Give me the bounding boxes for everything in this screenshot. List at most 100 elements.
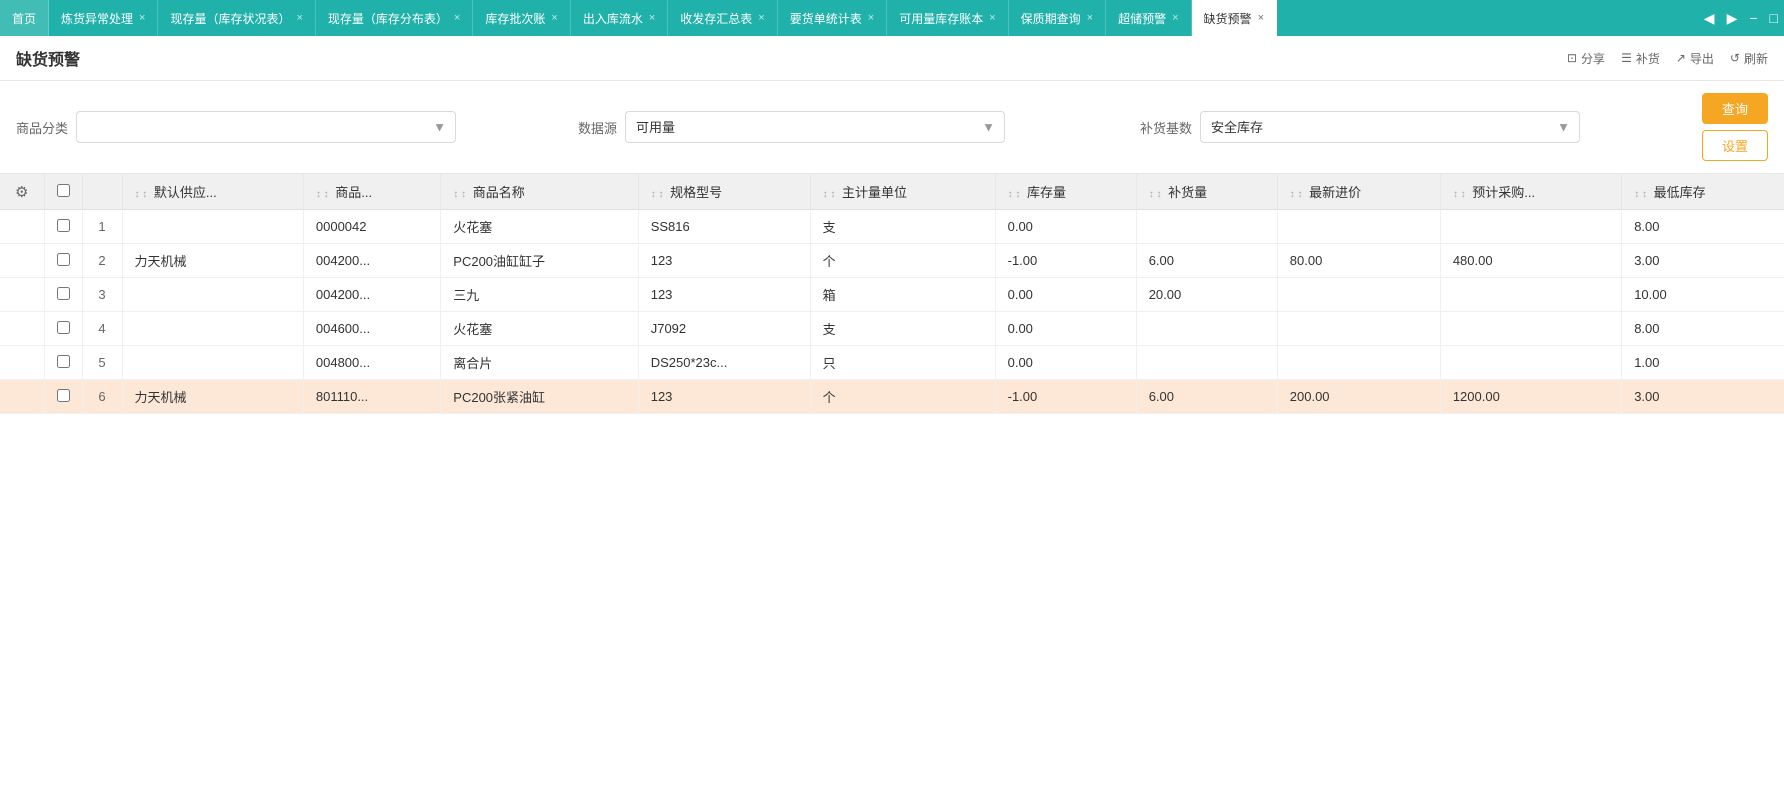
row-checkbox-cell[interactable] [44,210,82,244]
window-maximize-button[interactable]: □ [1764,0,1784,36]
refresh-button[interactable]: ↺ 刷新 [1730,50,1768,67]
table-header-row: ⚙ ↕ 默认供应... ↕ 商品... ↕ [0,174,1784,210]
refresh-icon: ↺ [1730,51,1740,65]
row-checkbox-cell[interactable] [44,312,82,346]
row-num: 1 [82,210,122,244]
row-product-name: PC200油缸缸子 [441,244,638,278]
tab-expiry[interactable]: 保质期查询 × [1009,0,1106,36]
row-unit: 箱 [810,278,995,312]
tab-inventory-dist[interactable]: 现存量（库存分布表） × [316,0,473,36]
close-icon[interactable]: × [1172,12,1178,24]
sort-icon: ↕ [461,189,466,200]
close-icon[interactable]: × [1087,12,1093,24]
th-unit[interactable]: ↕ 主计量单位 [810,174,995,210]
row-settings [0,210,44,244]
tab-inventory-status[interactable]: 现存量（库存状况表） × [158,0,315,36]
close-icon[interactable]: × [868,12,874,24]
share-button[interactable]: ⊡ 分享 [1567,50,1605,67]
table-row[interactable]: 2 力天机械 004200... PC200油缸缸子 123 个 -1.00 6… [0,244,1784,278]
tab-batch[interactable]: 库存批次账 × [473,0,570,36]
close-icon[interactable]: × [989,12,995,24]
datasource-filter-label: 数据源 [578,118,617,137]
tab-home-label: 首页 [12,10,36,27]
row-checkbox[interactable] [57,321,70,334]
row-checkbox[interactable] [57,219,70,232]
th-latest-price[interactable]: ↕ 最新进价 [1277,174,1440,210]
row-min-stock: 1.00 [1622,346,1784,380]
tab-label: 现存量（库存分布表） [328,10,448,27]
table-row[interactable]: 1 0000042 火花塞 SS816 支 0.00 8.00 [0,210,1784,244]
th-product-name[interactable]: ↕ 商品名称 [441,174,638,210]
replenish-base-label: 补货基数 [1140,118,1192,137]
close-icon[interactable]: × [1258,12,1264,24]
tab-lian-huo[interactable]: 炼货异常处理 × [49,0,158,36]
row-checkbox-cell[interactable] [44,278,82,312]
row-estimated-purchase [1440,346,1621,380]
refresh-label: 刷新 [1744,50,1768,67]
row-replenish-qty: 6.00 [1136,244,1277,278]
row-estimated-purchase: 480.00 [1440,244,1621,278]
tab-next-button[interactable]: ▶ [1721,0,1744,36]
tab-available[interactable]: 可用量库存账本 × [887,0,1008,36]
datasource-filter-group: 数据源 可用量 库存量 ▼ [578,111,1124,143]
row-checkbox-cell[interactable] [44,244,82,278]
close-icon[interactable]: × [758,12,764,24]
row-replenish-qty: 20.00 [1136,278,1277,312]
close-icon[interactable]: × [139,12,145,24]
replenish-base-select[interactable]: 安全库存 最低库存 [1200,111,1580,143]
datasource-select-wrapper: 可用量 库存量 ▼ [625,111,1005,143]
export-button[interactable]: ↗ 导出 [1676,50,1714,67]
settings-button[interactable]: 设置 [1702,130,1768,161]
filter-bar: 商品分类 ▼ 数据源 可用量 库存量 ▼ 补货基数 [0,81,1784,174]
sort-icon: ↕ [659,189,664,200]
row-checkbox[interactable] [57,253,70,266]
th-default-supplier[interactable]: ↕ 默认供应... [122,174,303,210]
close-icon[interactable]: × [551,12,557,24]
row-checkbox-cell[interactable] [44,380,82,414]
tab-demand[interactable]: 要货单统计表 × [778,0,887,36]
table-row[interactable]: 5 004800... 离合片 DS250*23c... 只 0.00 1.00 [0,346,1784,380]
row-replenish-qty [1136,346,1277,380]
th-stock-qty[interactable]: ↕ 库存量 [995,174,1136,210]
row-product-code: 004200... [303,278,440,312]
table-row[interactable]: 3 004200... 三九 123 箱 0.00 20.00 10.00 [0,278,1784,312]
row-latest-price [1277,210,1440,244]
row-checkbox[interactable] [57,389,70,402]
close-icon[interactable]: × [454,12,460,24]
row-unit: 个 [810,380,995,414]
row-num: 4 [82,312,122,346]
row-checkbox-cell[interactable] [44,346,82,380]
close-icon[interactable]: × [649,12,655,24]
table-row[interactable]: 4 004600... 火花塞 J7092 支 0.00 8.00 [0,312,1784,346]
tab-prev-button[interactable]: ◀ [1698,0,1721,36]
tab-summary[interactable]: 收发存汇总表 × [668,0,777,36]
window-minimize-button[interactable]: − [1743,0,1763,36]
th-estimated-purchase[interactable]: ↕ 预计采购... [1440,174,1621,210]
th-replenish-qty[interactable]: ↕ 补货量 [1136,174,1277,210]
th-spec-model[interactable]: ↕ 规格型号 [638,174,810,210]
tab-home[interactable]: 首页 [0,0,49,36]
replenish-button[interactable]: ☰ 补货 [1621,50,1660,67]
tab-overstock[interactable]: 超储预警 × [1106,0,1191,36]
export-label: 导出 [1690,50,1714,67]
page-header: 缺货预警 ⊡ 分享 ☰ 补货 ↗ 导出 ↺ 刷新 [0,36,1784,81]
tab-label: 保质期查询 [1021,10,1081,27]
row-checkbox[interactable] [57,355,70,368]
row-default-supplier [122,312,303,346]
gear-icon[interactable]: ⚙ [15,184,28,201]
query-button[interactable]: 查询 [1702,93,1768,124]
close-icon[interactable]: × [296,12,302,24]
table-row[interactable]: 6 力天机械 801110... PC200张紧油缸 123 个 -1.00 6… [0,380,1784,414]
th-min-stock[interactable]: ↕ 最低库存 [1622,174,1784,210]
row-default-supplier: 力天机械 [122,244,303,278]
row-min-stock: 10.00 [1622,278,1784,312]
replenish-icon: ☰ [1621,51,1632,65]
select-all-checkbox[interactable] [57,184,70,197]
row-spec-model: J7092 [638,312,810,346]
th-product-code[interactable]: ↕ 商品... [303,174,440,210]
datasource-select[interactable]: 可用量 库存量 [625,111,1005,143]
tab-flow[interactable]: 出入库流水 × [571,0,668,36]
row-checkbox[interactable] [57,287,70,300]
category-select[interactable] [76,111,456,143]
tab-shortage[interactable]: 缺货预警 × [1192,0,1277,36]
